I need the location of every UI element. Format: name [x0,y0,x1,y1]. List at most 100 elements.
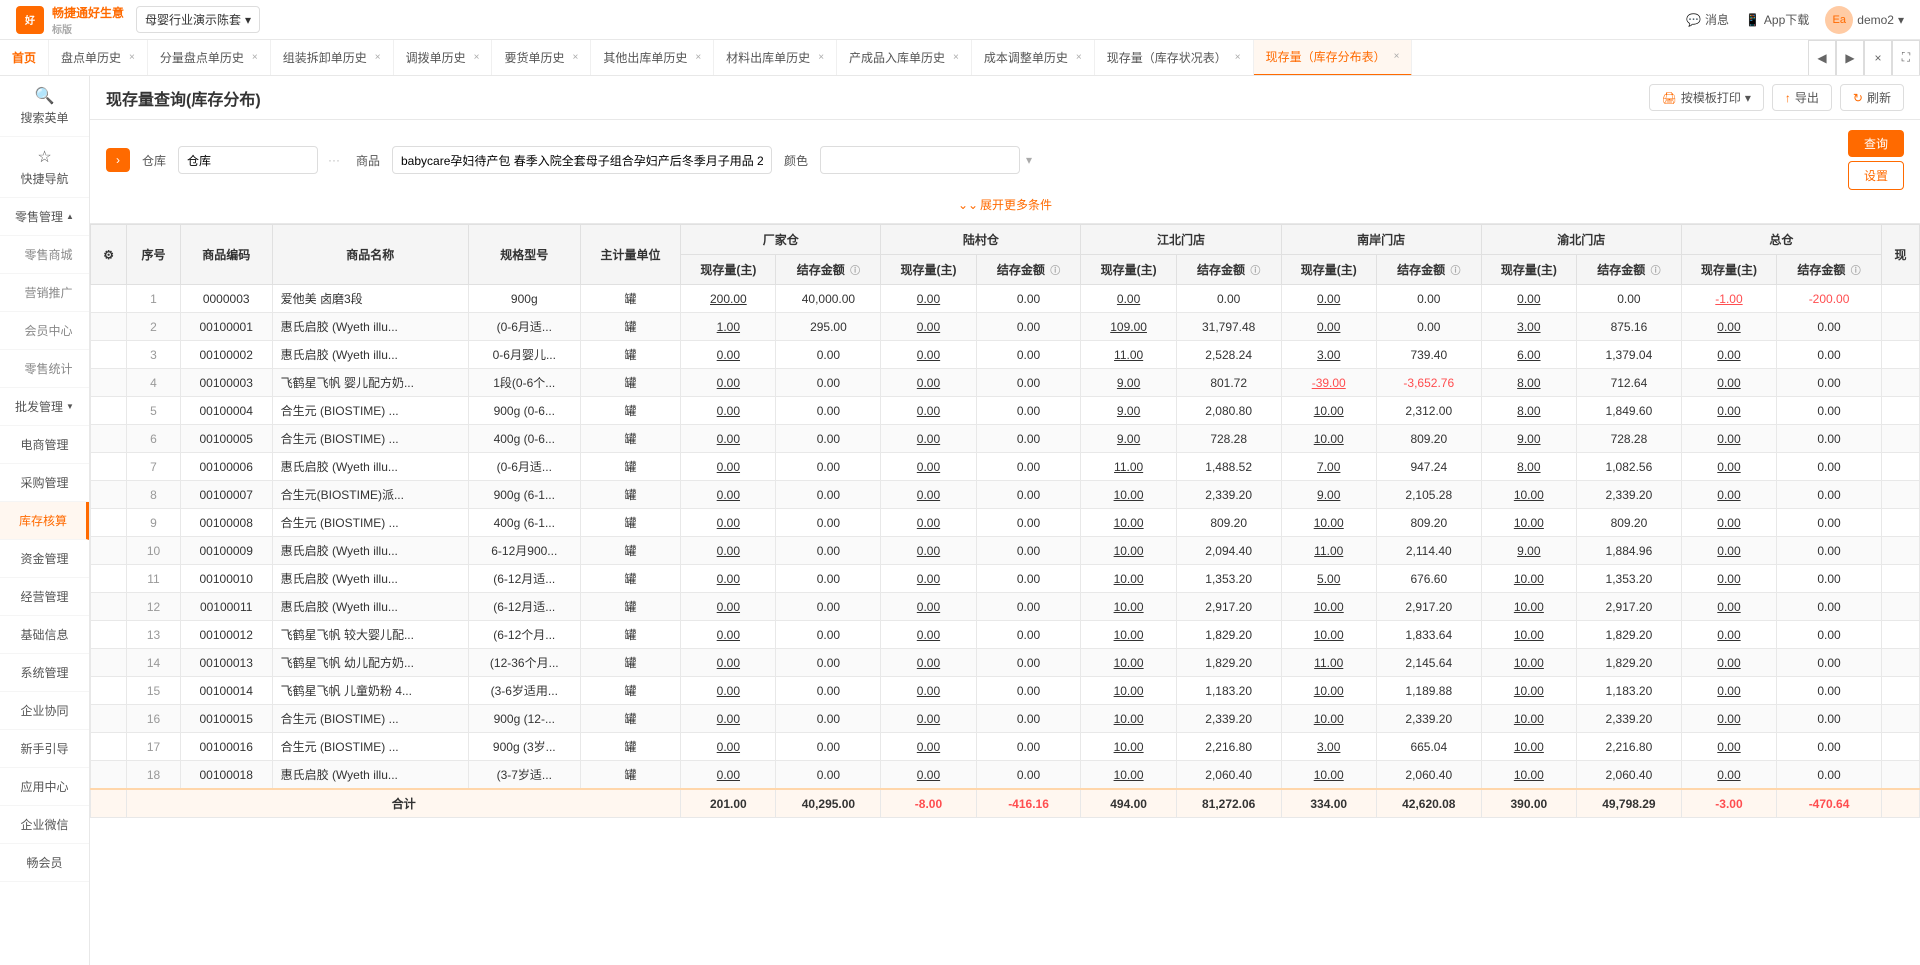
cell-jb-main[interactable]: 10.00 [1081,537,1176,565]
cell-yu-main[interactable]: 9.00 [1481,425,1576,453]
tab-fenpandian[interactable]: 分量盘点单历史 × [148,40,271,76]
collapse-btn[interactable]: › [106,148,130,172]
cell-jb-main[interactable]: 10.00 [1081,621,1176,649]
cell-jb-main[interactable]: 11.00 [1081,341,1176,369]
close-icon[interactable]: × [818,52,824,63]
cell-na-main[interactable]: 10.00 [1281,397,1376,425]
gear-icon[interactable]: ⚙ [103,248,114,262]
cell-zo-main[interactable]: 0.00 [1681,481,1776,509]
sidebar-item-marketing[interactable]: 营销推广 [0,274,89,312]
tab-expand-btn[interactable]: ⛶ [1892,40,1920,76]
cell-zo-main[interactable]: 0.00 [1681,341,1776,369]
tab-yaohuo[interactable]: 要货单历史 × [492,40,591,76]
cell-lu-main[interactable]: 0.00 [881,453,976,481]
cell-zo-main[interactable]: 0.00 [1681,705,1776,733]
cell-na-main[interactable]: -39.00 [1281,369,1376,397]
close-icon[interactable]: × [695,52,701,63]
sidebar-item-purchase[interactable]: 采购管理 [0,464,89,502]
cell-zo-main[interactable]: 0.00 [1681,537,1776,565]
cell-cy-main[interactable]: 0.00 [681,341,776,369]
tab-cailiaochuku[interactable]: 材料出库单历史 × [714,40,837,76]
color-input[interactable] [820,146,1020,174]
cell-lu-main[interactable]: 0.00 [881,621,976,649]
cell-yu-main[interactable]: 8.00 [1481,453,1576,481]
cell-cy-main[interactable]: 0.00 [681,397,776,425]
cell-yu-main[interactable]: 10.00 [1481,705,1576,733]
cell-na-main[interactable]: 0.00 [1281,285,1376,313]
sidebar-item-finance[interactable]: 资金管理 [0,540,89,578]
cell-cy-main[interactable]: 1.00 [681,313,776,341]
sidebar-item-guide[interactable]: 新手引导 [0,730,89,768]
info-icon[interactable]: ⓘ [1250,266,1260,277]
cell-jb-main[interactable]: 10.00 [1081,677,1176,705]
cell-cy-main[interactable]: 0.00 [681,705,776,733]
cell-yu-main[interactable]: 10.00 [1481,593,1576,621]
tab-home[interactable]: 首页 [0,40,49,76]
cell-zo-main[interactable]: 0.00 [1681,509,1776,537]
cell-lu-main[interactable]: 0.00 [881,537,976,565]
sidebar-item-ecom[interactable]: 电商管理 [0,426,89,464]
cell-lu-main[interactable]: 0.00 [881,397,976,425]
cell-lu-main[interactable]: 0.00 [881,705,976,733]
cell-lu-main[interactable]: 0.00 [881,565,976,593]
cell-jb-main[interactable]: 10.00 [1081,649,1176,677]
cell-cy-main[interactable]: 0.00 [681,649,776,677]
tab-xiancun-status[interactable]: 现存量（库存状况表） × [1095,40,1254,76]
cell-lu-main[interactable]: 0.00 [881,369,976,397]
cell-cy-main[interactable]: 0.00 [681,621,776,649]
info-icon[interactable]: ⓘ [1450,266,1460,277]
cell-yu-main[interactable]: 8.00 [1481,369,1576,397]
info-icon[interactable]: ⓘ [850,266,860,277]
close-icon[interactable]: × [129,52,135,63]
sidebar-item-collab[interactable]: 企业协同 [0,692,89,730]
tab-qitachuku[interactable]: 其他出库单历史 × [591,40,714,76]
cell-cy-main[interactable]: 0.00 [681,733,776,761]
cell-jb-main[interactable]: 10.00 [1081,481,1176,509]
tab-diaobo[interactable]: 调拨单历史 × [394,40,493,76]
cell-na-main[interactable]: 10.00 [1281,593,1376,621]
cell-yu-main[interactable]: 10.00 [1481,565,1576,593]
tab-next-btn[interactable]: ▶ [1836,40,1864,76]
cell-na-main[interactable]: 3.00 [1281,341,1376,369]
cell-yu-main[interactable]: 10.00 [1481,509,1576,537]
cell-jb-main[interactable]: 9.00 [1081,397,1176,425]
cell-zo-main[interactable]: 0.00 [1681,565,1776,593]
cell-na-main[interactable]: 10.00 [1281,761,1376,790]
cell-zo-main[interactable]: 0.00 [1681,677,1776,705]
sidebar-item-basic[interactable]: 基础信息 [0,616,89,654]
tab-prev-btn[interactable]: ◀ [1808,40,1836,76]
cell-na-main[interactable]: 5.00 [1281,565,1376,593]
cell-cy-main[interactable]: 0.00 [681,369,776,397]
sidebar-item-shop[interactable]: 零售商城 [0,236,89,274]
sidebar-item-inventory[interactable]: 库存核算 [0,502,89,540]
cell-zo-main[interactable]: 0.00 [1681,621,1776,649]
cell-cy-main[interactable]: 0.00 [681,677,776,705]
sidebar-item-wholesale[interactable]: 批发管理 ▼ [0,388,89,426]
cell-yu-main[interactable]: 10.00 [1481,761,1576,790]
cell-zo-main[interactable]: 0.00 [1681,313,1776,341]
cell-lu-main[interactable]: 0.00 [881,733,976,761]
expand-conditions-btn[interactable]: ⌄⌄ 展开更多条件 [958,196,1052,213]
cell-yu-main[interactable]: 3.00 [1481,313,1576,341]
close-icon[interactable]: × [953,52,959,63]
sidebar-item-member[interactable]: 会员中心 [0,312,89,350]
cell-yu-main[interactable]: 0.00 [1481,285,1576,313]
cell-lu-main[interactable]: 0.00 [881,677,976,705]
cell-jb-main[interactable]: 0.00 [1081,285,1176,313]
cell-cy-main[interactable]: 0.00 [681,537,776,565]
sidebar-item-operation[interactable]: 经营管理 [0,578,89,616]
cell-na-main[interactable]: 0.00 [1281,313,1376,341]
cell-na-main[interactable]: 3.00 [1281,733,1376,761]
cell-zo-main[interactable]: 0.00 [1681,425,1776,453]
cell-jb-main[interactable]: 9.00 [1081,369,1176,397]
tab-chengben[interactable]: 成本调整单历史 × [972,40,1095,76]
cell-na-main[interactable]: 10.00 [1281,425,1376,453]
cell-zo-main[interactable]: 0.00 [1681,733,1776,761]
cell-cy-main[interactable]: 0.00 [681,453,776,481]
close-icon[interactable]: × [375,52,381,63]
cell-na-main[interactable]: 9.00 [1281,481,1376,509]
info-icon[interactable]: ⓘ [1651,266,1661,277]
cell-lu-main[interactable]: 0.00 [881,509,976,537]
cell-yu-main[interactable]: 8.00 [1481,397,1576,425]
cell-jb-main[interactable]: 10.00 [1081,565,1176,593]
